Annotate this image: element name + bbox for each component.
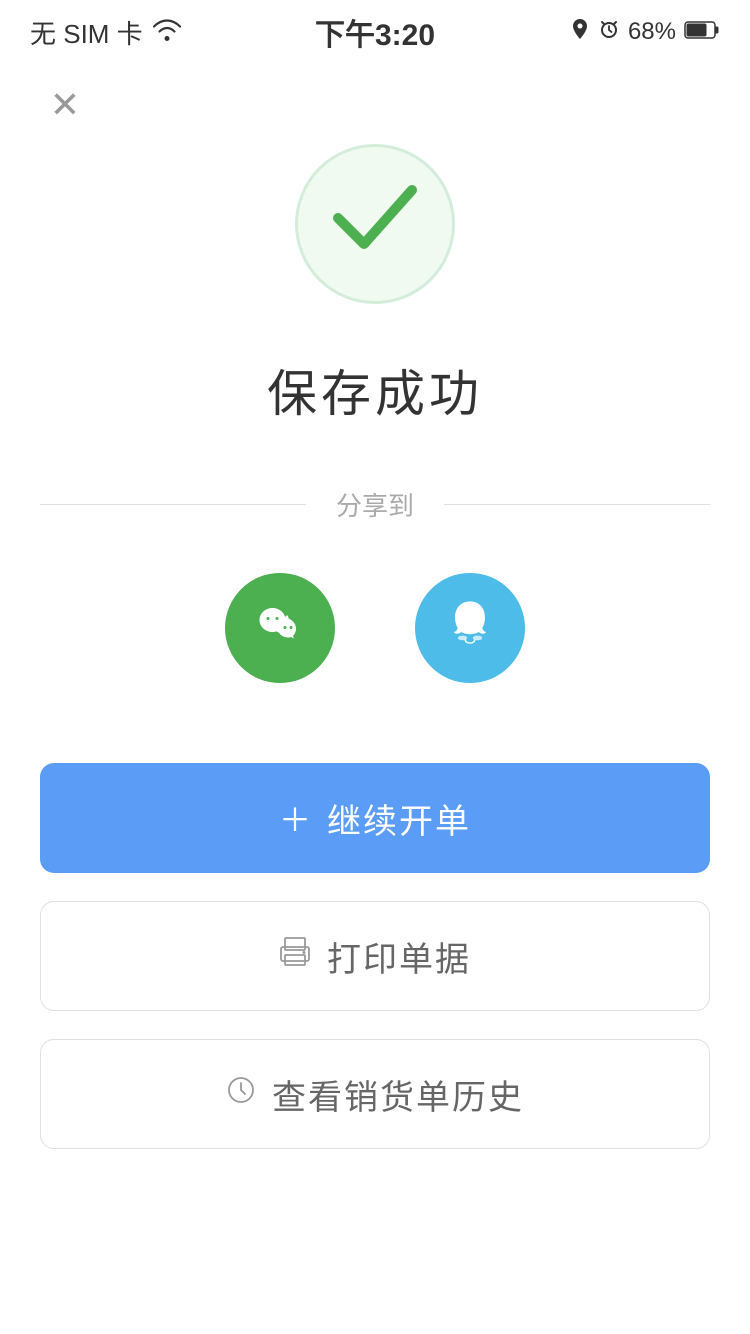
status-time: 下午3:20 [315, 10, 435, 54]
continue-button-label: 继续开单 [327, 794, 471, 843]
divider-line-right [444, 504, 710, 505]
plus-icon: ＋ [279, 795, 311, 841]
divider-line-left [40, 504, 306, 505]
battery-icon [684, 18, 720, 46]
print-button[interactable]: 打印单据 [40, 901, 710, 1011]
status-bar: 无 SIM 卡 下午3:20 68% [0, 0, 750, 64]
share-label: 分享到 [306, 486, 444, 523]
alarm-icon [598, 18, 620, 47]
success-icon-circle [295, 144, 455, 304]
wechat-share-button[interactable] [225, 573, 335, 683]
status-left: 无 SIM 卡 [30, 14, 181, 51]
success-title: 保存成功 [267, 354, 483, 426]
status-right: 68% [570, 18, 720, 47]
continue-button[interactable]: ＋ 继续开单 [40, 763, 710, 873]
history-button[interactable]: 查看销货单历史 [40, 1039, 710, 1149]
print-icon [279, 937, 311, 975]
buttons-section: ＋ 继续开单 打印单据 查看销货单历史 [0, 763, 750, 1149]
qq-icon [440, 592, 500, 665]
wechat-icon [248, 590, 312, 667]
main-content: 保存成功 分享到 [0, 64, 750, 1149]
history-button-label: 查看销货单历史 [272, 1070, 524, 1119]
share-divider: 分享到 [0, 486, 750, 523]
share-icons [225, 573, 525, 683]
sim-status: 无 SIM 卡 [30, 14, 143, 51]
wifi-icon [153, 17, 181, 48]
close-icon: ✕ [50, 87, 80, 123]
checkmark-icon [330, 182, 420, 267]
battery-level: 68% [628, 18, 676, 46]
location-icon [570, 18, 590, 47]
qq-share-button[interactable] [415, 573, 525, 683]
history-icon [226, 1075, 256, 1113]
print-button-label: 打印单据 [327, 932, 471, 981]
close-button[interactable]: ✕ [40, 80, 90, 130]
